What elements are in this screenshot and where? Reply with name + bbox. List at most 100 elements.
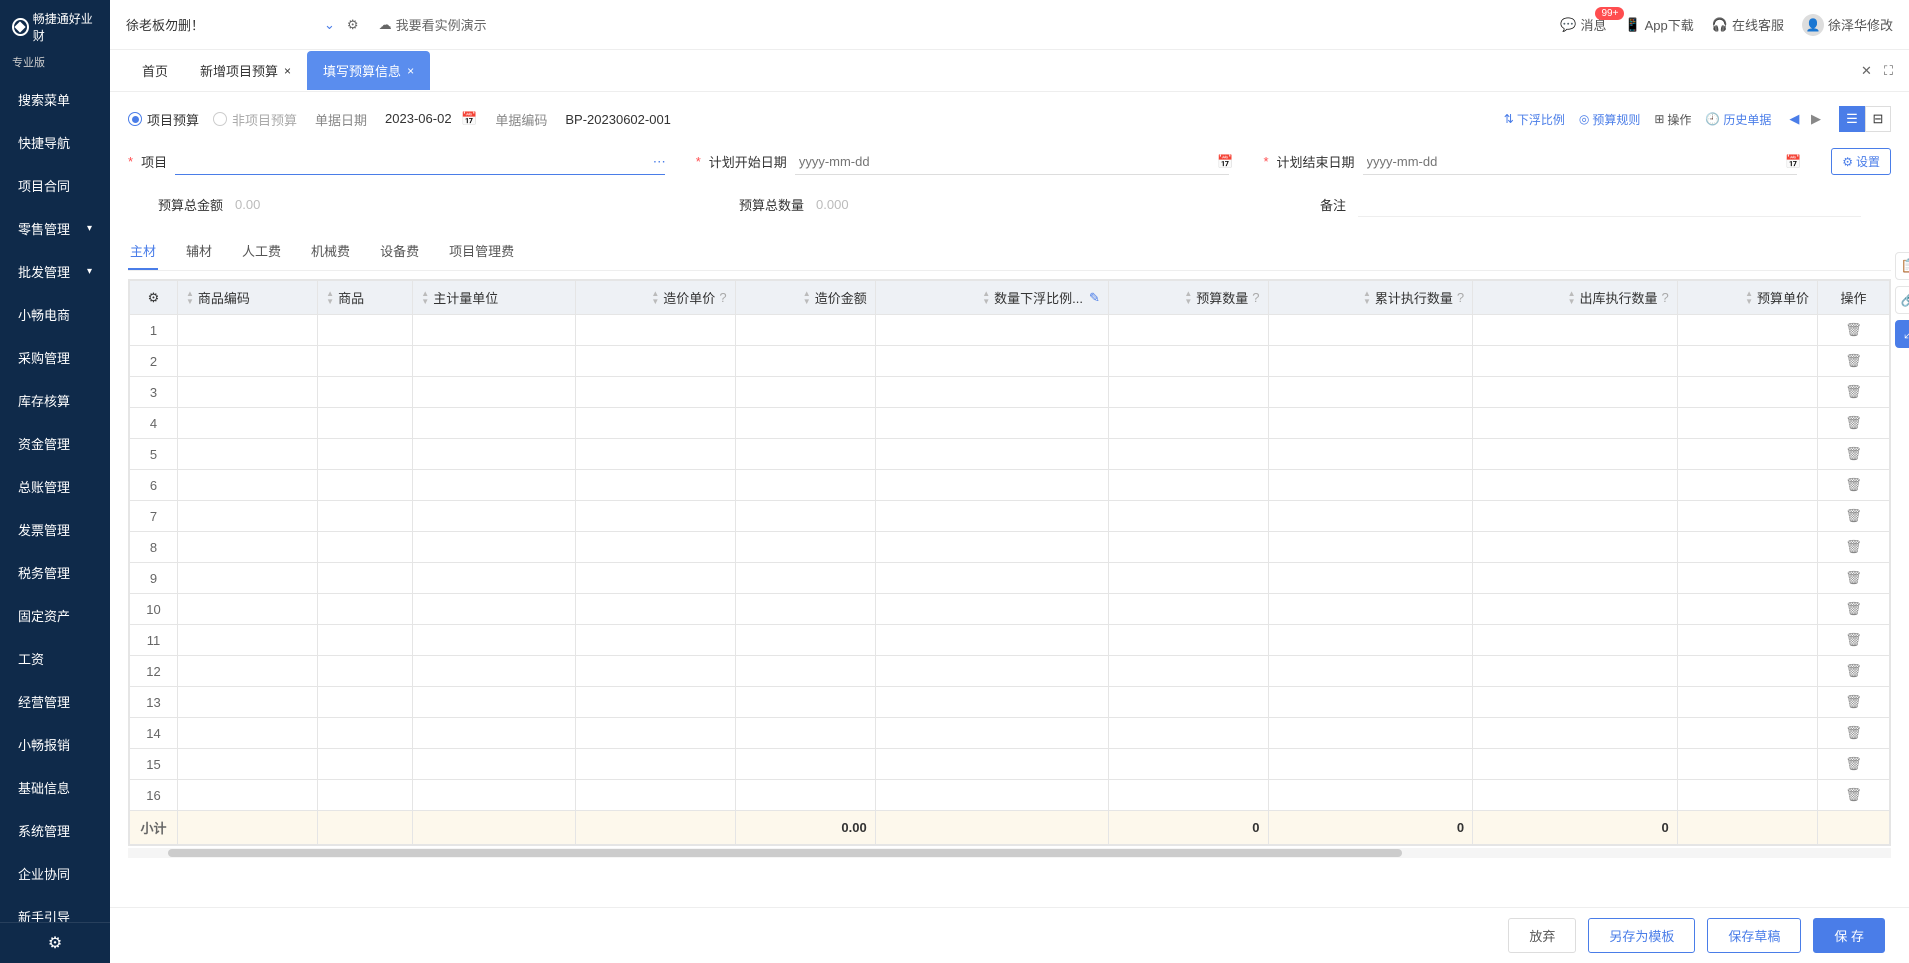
plan-end-input[interactable] <box>1363 149 1797 175</box>
save-button[interactable]: 保 存 <box>1813 918 1885 953</box>
tab-close-icon[interactable]: × <box>407 64 414 78</box>
sort-icon[interactable]: ▲▼ <box>186 290 194 306</box>
row-delete[interactable]: 🗑 <box>1818 408 1890 439</box>
row-delete[interactable]: 🗑 <box>1818 718 1890 749</box>
sort-icon[interactable]: ▲▼ <box>1568 290 1576 306</box>
sort-icon[interactable]: ▲▼ <box>982 290 990 306</box>
nav-item[interactable]: 税务管理 <box>0 551 110 594</box>
side-expand-button[interactable]: ⤢ <box>1895 320 1909 348</box>
table-row[interactable]: 1🗑 <box>130 315 1890 346</box>
nav-item[interactable]: 工资 <box>0 637 110 680</box>
col-main-unit[interactable]: ▲▼主计量单位 <box>413 281 576 315</box>
nav-item[interactable]: 发票管理 <box>0 508 110 551</box>
help-icon[interactable]: ? <box>1252 290 1259 305</box>
row-delete[interactable]: 🗑 <box>1818 687 1890 718</box>
radio-project-budget[interactable]: 项目预算 <box>128 110 199 129</box>
discard-button[interactable]: 放弃 <box>1508 918 1576 953</box>
project-lookup-icon[interactable]: ⋯ <box>653 154 666 170</box>
page-tab[interactable]: 首页 <box>126 51 184 90</box>
col-amount[interactable]: ▲▼造价金额 <box>735 281 875 315</box>
col-product[interactable]: ▲▼商品 <box>318 281 413 315</box>
table-row[interactable]: 3🗑 <box>130 377 1890 408</box>
row-delete[interactable]: 🗑 <box>1818 780 1890 811</box>
table-row[interactable]: 10🗑 <box>130 594 1890 625</box>
table-row[interactable]: 11🗑 <box>130 625 1890 656</box>
org-settings-icon[interactable]: ⚙ <box>347 17 359 33</box>
row-delete[interactable]: 🗑 <box>1818 594 1890 625</box>
col-exec-qty[interactable]: ▲▼累计执行数量? <box>1268 281 1473 315</box>
col-budget-qty[interactable]: ▲▼预算数量? <box>1108 281 1268 315</box>
settings-button[interactable]: ⚙ 设置 <box>1831 148 1891 175</box>
nav-item[interactable]: 经营管理 <box>0 680 110 723</box>
calendar-icon[interactable]: 📅 <box>1217 154 1233 170</box>
plan-start-input[interactable] <box>795 149 1229 175</box>
help-icon[interactable]: ? <box>1662 290 1669 305</box>
sort-icon[interactable]: ▲▼ <box>1745 290 1753 306</box>
row-delete[interactable]: 🗑 <box>1818 625 1890 656</box>
row-delete[interactable]: 🗑 <box>1818 749 1890 780</box>
table-row[interactable]: 2🗑 <box>130 346 1890 377</box>
col-settings[interactable]: ⚙ <box>130 281 178 315</box>
sub-tab[interactable]: 设备费 <box>378 233 421 270</box>
nav-item[interactable]: 小畅电商 <box>0 293 110 336</box>
table-row[interactable]: 14🗑 <box>130 718 1890 749</box>
nav-item[interactable]: 项目合同 <box>0 164 110 207</box>
sort-icon[interactable]: ▲▼ <box>1363 290 1371 306</box>
online-service-link[interactable]: 🎧 在线客服 <box>1712 15 1784 34</box>
table-row[interactable]: 16🗑 <box>130 780 1890 811</box>
nav-item[interactable]: 总账管理 <box>0 465 110 508</box>
table-row[interactable]: 9🗑 <box>130 563 1890 594</box>
nav-settings[interactable]: ⚙ <box>0 922 110 963</box>
project-input[interactable] <box>175 149 665 175</box>
view-list-button[interactable]: ☰ <box>1839 106 1865 132</box>
nav-item[interactable]: 企业协同 <box>0 852 110 895</box>
messages-link[interactable]: 💬 消息 99+ <box>1560 15 1606 34</box>
side-notes-button[interactable]: 📋 <box>1895 252 1909 280</box>
nav-item[interactable]: 批发管理▾ <box>0 250 110 293</box>
nav-item[interactable]: 搜索菜单 <box>0 78 110 121</box>
table-row[interactable]: 4🗑 <box>130 408 1890 439</box>
sub-tab[interactable]: 人工费 <box>240 233 283 270</box>
budget-rule-action[interactable]: ◎ 预算规则 <box>1579 111 1641 128</box>
nav-item[interactable]: 基础信息 <box>0 766 110 809</box>
table-row[interactable]: 7🗑 <box>130 501 1890 532</box>
col-price[interactable]: ▲▼造价单价? <box>575 281 735 315</box>
edit-icon[interactable]: ✎ <box>1089 290 1100 306</box>
history-action[interactable]: 🕘 历史单据 <box>1705 111 1771 128</box>
bill-date-value[interactable]: 2023-06-02 <box>385 111 452 126</box>
row-delete[interactable]: 🗑 <box>1818 656 1890 687</box>
table-row[interactable]: 12🗑 <box>130 656 1890 687</box>
page-tab[interactable]: 新增项目预算× <box>184 51 307 90</box>
table-row[interactable]: 13🗑 <box>130 687 1890 718</box>
table-row[interactable]: 8🗑 <box>130 532 1890 563</box>
scrollbar-thumb[interactable] <box>168 849 1402 857</box>
sort-icon[interactable]: ▲▼ <box>651 290 659 306</box>
table-row[interactable]: 6🗑 <box>130 470 1890 501</box>
side-attach-button[interactable]: 🔗 <box>1895 286 1909 314</box>
row-delete[interactable]: 🗑 <box>1818 470 1890 501</box>
sub-tab[interactable]: 机械费 <box>309 233 352 270</box>
next-record-icon[interactable]: ▶ <box>1807 111 1825 126</box>
app-download-link[interactable]: 📱 App下载 <box>1624 15 1693 34</box>
save-template-button[interactable]: 另存为模板 <box>1588 918 1695 953</box>
page-tab[interactable]: 填写预算信息× <box>307 51 430 90</box>
nav-item[interactable]: 固定资产 <box>0 594 110 637</box>
user-menu[interactable]: 👤 徐泽华修改 <box>1802 14 1893 36</box>
sort-icon[interactable]: ▲▼ <box>421 290 429 306</box>
sub-tab[interactable]: 主材 <box>128 233 158 270</box>
help-icon[interactable]: ? <box>719 290 726 305</box>
table-row[interactable]: 15🗑 <box>130 749 1890 780</box>
remark-input[interactable] <box>1358 191 1861 217</box>
col-product-code[interactable]: ▲▼商品编码 <box>178 281 318 315</box>
fullscreen-icon[interactable]: ⛶ <box>1884 63 1893 79</box>
nav-item[interactable]: 资金管理 <box>0 422 110 465</box>
nav-item[interactable]: 零售管理▾ <box>0 207 110 250</box>
help-icon[interactable]: ? <box>1457 290 1464 305</box>
nav-item[interactable]: 系统管理 <box>0 809 110 852</box>
row-delete[interactable]: 🗑 <box>1818 501 1890 532</box>
nav-item[interactable]: 新手引导 <box>0 895 110 922</box>
sort-icon[interactable]: ▲▼ <box>803 290 811 306</box>
tabs-close-all-icon[interactable]: ✕ <box>1861 63 1872 79</box>
sub-tab[interactable]: 项目管理费 <box>447 233 516 270</box>
row-delete[interactable]: 🗑 <box>1818 563 1890 594</box>
